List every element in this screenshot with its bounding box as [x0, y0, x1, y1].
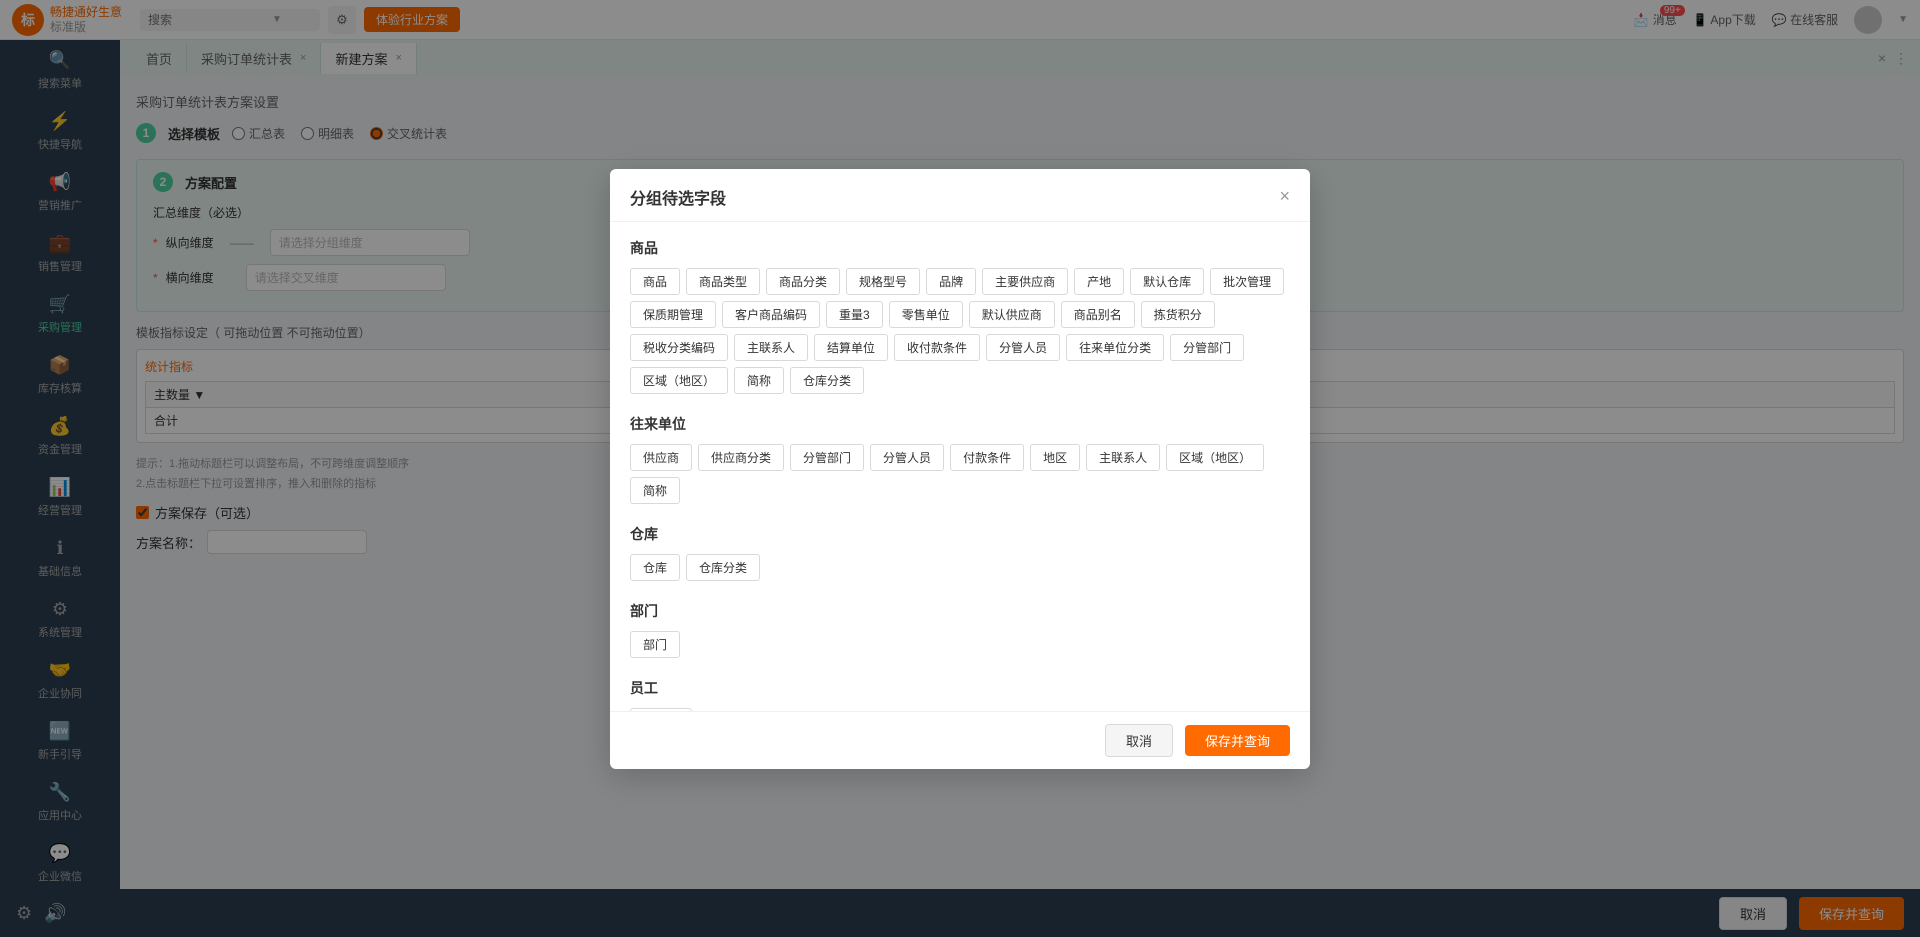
modal-section-4: 员工业务员	[630, 678, 1290, 711]
field-tag-0-11[interactable]: 重量3	[826, 301, 883, 328]
field-tag-0-8[interactable]: 批次管理	[1210, 268, 1284, 295]
field-tag-2-1[interactable]: 仓库分类	[686, 554, 760, 581]
field-tag-0-10[interactable]: 客户商品编码	[722, 301, 820, 328]
modal-overlay: 分组待选字段 × 商品商品商品类型商品分类规格型号品牌主要供应商产地默认仓库批次…	[0, 0, 1920, 937]
modal-section-tags-3: 部门	[630, 631, 1290, 658]
modal-section-title-3: 部门	[630, 601, 1290, 621]
field-tag-0-2[interactable]: 商品分类	[766, 268, 840, 295]
field-tag-1-4[interactable]: 付款条件	[950, 444, 1024, 471]
field-tag-0-21[interactable]: 往来单位分类	[1066, 334, 1164, 361]
modal-header: 分组待选字段 ×	[610, 169, 1310, 222]
modal-close-button[interactable]: ×	[1279, 186, 1290, 207]
modal-section-2: 仓库仓库仓库分类	[630, 524, 1290, 581]
modal-section-title-0: 商品	[630, 238, 1290, 258]
field-tag-3-0[interactable]: 部门	[630, 631, 680, 658]
field-tag-1-7[interactable]: 区域（地区）	[1166, 444, 1264, 471]
field-tag-1-0[interactable]: 供应商	[630, 444, 692, 471]
field-tag-0-1[interactable]: 商品类型	[686, 268, 760, 295]
field-tag-0-25[interactable]: 仓库分类	[790, 367, 864, 394]
field-tag-0-12[interactable]: 零售单位	[889, 301, 963, 328]
field-tag-1-5[interactable]: 地区	[1030, 444, 1080, 471]
field-tag-1-3[interactable]: 分管人员	[870, 444, 944, 471]
field-tag-0-18[interactable]: 结算单位	[814, 334, 888, 361]
field-tag-0-9[interactable]: 保质期管理	[630, 301, 716, 328]
field-tag-0-19[interactable]: 收付款条件	[894, 334, 980, 361]
modal-section-title-2: 仓库	[630, 524, 1290, 544]
modal-footer: 取消 保存并查询	[610, 711, 1310, 769]
field-tag-0-7[interactable]: 默认仓库	[1130, 268, 1204, 295]
modal-section-tags-2: 仓库仓库分类	[630, 554, 1290, 581]
field-tag-0-15[interactable]: 拣货积分	[1141, 301, 1215, 328]
modal-dialog: 分组待选字段 × 商品商品商品类型商品分类规格型号品牌主要供应商产地默认仓库批次…	[610, 169, 1310, 769]
field-tag-0-4[interactable]: 品牌	[926, 268, 976, 295]
modal-section-title-1: 往来单位	[630, 414, 1290, 434]
field-tag-0-5[interactable]: 主要供应商	[982, 268, 1068, 295]
modal-section-tags-0: 商品商品类型商品分类规格型号品牌主要供应商产地默认仓库批次管理保质期管理客户商品…	[630, 268, 1290, 394]
modal-section-3: 部门部门	[630, 601, 1290, 658]
field-tag-1-1[interactable]: 供应商分类	[698, 444, 784, 471]
field-tag-0-22[interactable]: 分管部门	[1170, 334, 1244, 361]
field-tag-1-2[interactable]: 分管部门	[790, 444, 864, 471]
field-tag-0-6[interactable]: 产地	[1074, 268, 1124, 295]
field-tag-0-24[interactable]: 简称	[734, 367, 784, 394]
modal-section-0: 商品商品商品类型商品分类规格型号品牌主要供应商产地默认仓库批次管理保质期管理客户…	[630, 238, 1290, 394]
field-tag-0-23[interactable]: 区域（地区）	[630, 367, 728, 394]
field-tag-0-20[interactable]: 分管人员	[986, 334, 1060, 361]
field-tag-0-14[interactable]: 商品别名	[1061, 301, 1135, 328]
field-tag-1-6[interactable]: 主联系人	[1086, 444, 1160, 471]
field-tag-0-3[interactable]: 规格型号	[846, 268, 920, 295]
modal-section-title-4: 员工	[630, 678, 1290, 698]
modal-cancel-button[interactable]: 取消	[1105, 724, 1173, 757]
field-tag-2-0[interactable]: 仓库	[630, 554, 680, 581]
field-tag-0-16[interactable]: 税收分类编码	[630, 334, 728, 361]
modal-section-tags-1: 供应商供应商分类分管部门分管人员付款条件地区主联系人区域（地区） 简称	[630, 444, 1290, 504]
field-tag-0-13[interactable]: 默认供应商	[969, 301, 1055, 328]
modal-section-1: 往来单位供应商供应商分类分管部门分管人员付款条件地区主联系人区域（地区） 简称	[630, 414, 1290, 504]
field-tag-1-8[interactable]: 简称	[630, 477, 680, 504]
field-tag-0-0[interactable]: 商品	[630, 268, 680, 295]
modal-save-button[interactable]: 保存并查询	[1185, 725, 1290, 756]
modal-body: 商品商品商品类型商品分类规格型号品牌主要供应商产地默认仓库批次管理保质期管理客户…	[610, 222, 1310, 711]
modal-title: 分组待选字段	[630, 185, 726, 209]
field-tag-0-17[interactable]: 主联系人	[734, 334, 808, 361]
